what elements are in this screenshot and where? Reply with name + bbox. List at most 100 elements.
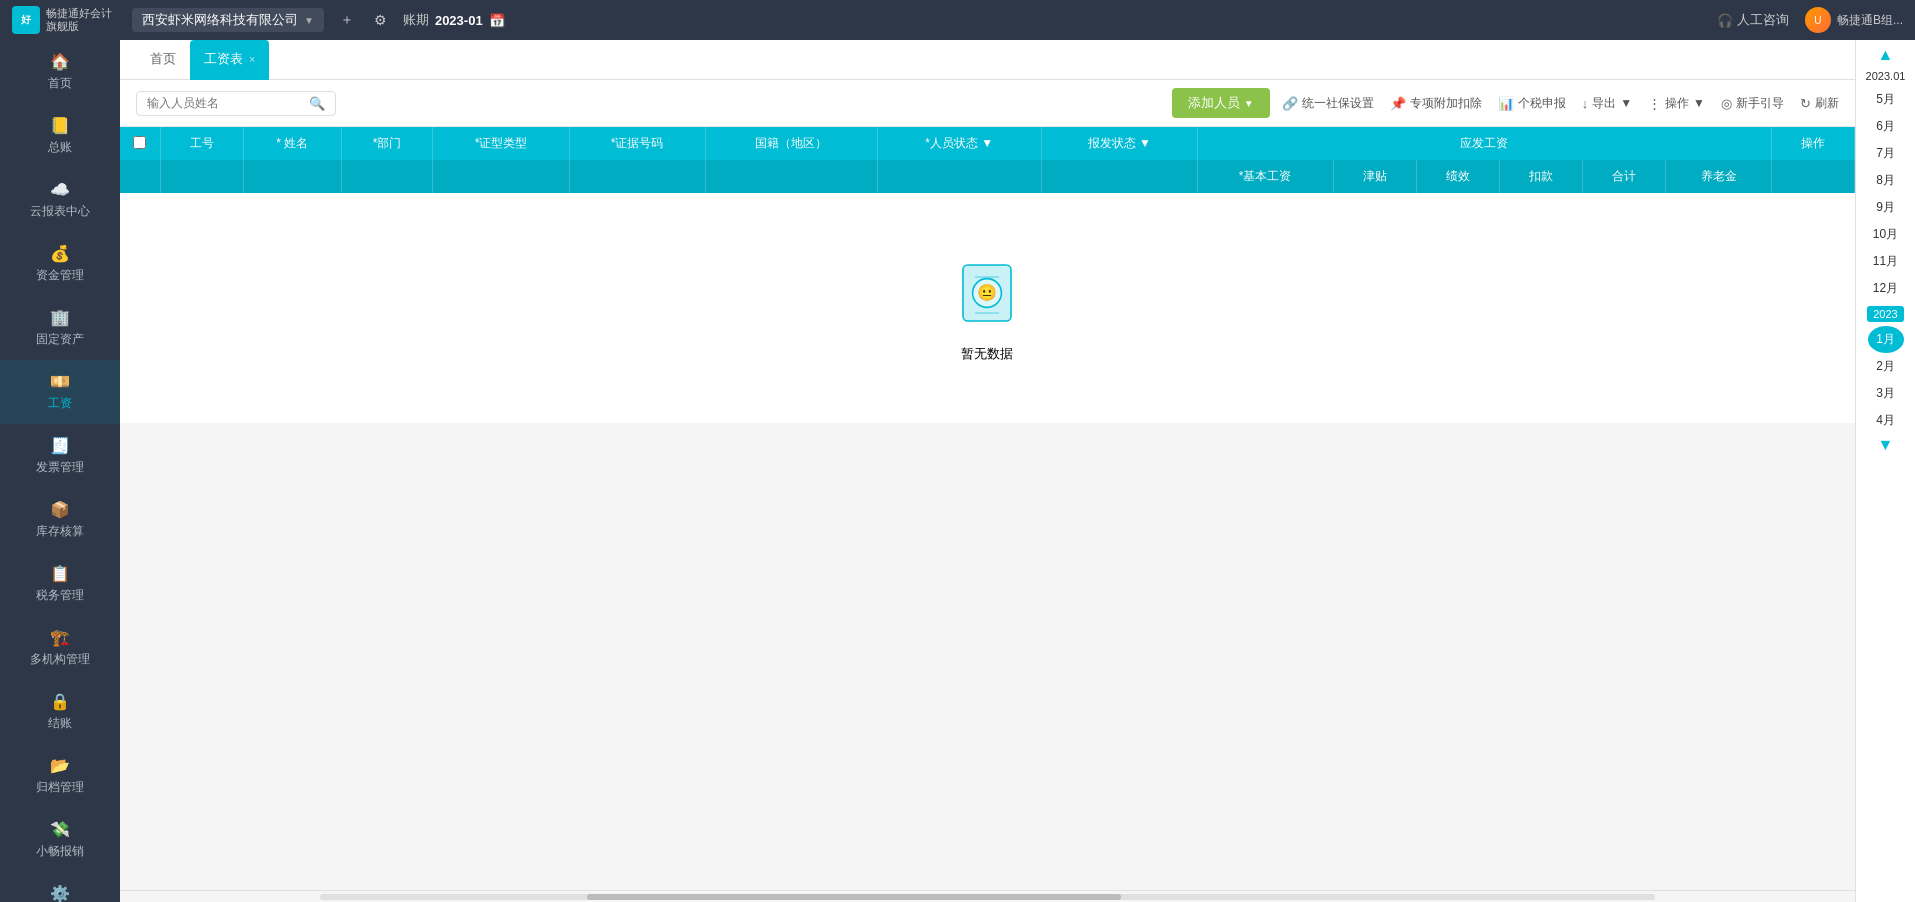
- horizontal-scrollbar[interactable]: [120, 890, 1855, 902]
- company-selector[interactable]: 西安虾米网络科技有限公司 ▼: [132, 8, 324, 32]
- sub-empty-9: [1041, 160, 1197, 193]
- settings-sidebar-icon: ⚙️: [50, 884, 70, 902]
- personal-tax-button[interactable]: 📊 个税申报: [1498, 95, 1566, 112]
- month-6-2022[interactable]: 6月: [1856, 113, 1915, 140]
- add-person-button[interactable]: 添加人员 ▼: [1172, 88, 1270, 118]
- sidebar-item-archive[interactable]: 📂 归档管理: [0, 744, 120, 808]
- month-10-2022[interactable]: 10月: [1856, 221, 1915, 248]
- cloud-icon: ☁️: [50, 180, 70, 199]
- report-filter-icon[interactable]: ▼: [1139, 136, 1151, 150]
- sidebar-item-settings[interactable]: ⚙️ 基础设置: [0, 872, 120, 902]
- empty-state-cell: 😐 暂无数据: [120, 193, 1855, 423]
- sub-col-total: 合计: [1583, 160, 1666, 193]
- sub-empty-1: [120, 160, 160, 193]
- prev-year-arrow[interactable]: ▲: [1876, 44, 1896, 66]
- scroll-thumb[interactable]: [587, 894, 1121, 900]
- month-8-2022[interactable]: 8月: [1856, 167, 1915, 194]
- sidebar-label-tax: 税务管理: [36, 587, 84, 604]
- svg-text:😐: 😐: [977, 283, 997, 302]
- add-icon[interactable]: ＋: [336, 7, 358, 33]
- calendar-icon[interactable]: 📅: [489, 13, 505, 28]
- sidebar-item-inventory[interactable]: 📦 库存核算: [0, 488, 120, 552]
- col-personnel-status[interactable]: *人员状态 ▼: [877, 127, 1041, 160]
- inventory-icon: 📦: [50, 500, 70, 519]
- sidebar-item-multi-org[interactable]: 🏗️ 多机构管理: [0, 616, 120, 680]
- month-1-2023[interactable]: 1月: [1868, 326, 1904, 353]
- sidebar-item-salary[interactable]: 💴 工资: [0, 360, 120, 424]
- sub-empty-2: [160, 160, 243, 193]
- toolbar: 🔍 添加人员 ▼ 🔗 统一社保设置 📌 专项附加扣除 📊 个税申报: [120, 80, 1855, 127]
- month-7-2022[interactable]: 7月: [1856, 140, 1915, 167]
- sidebar-label-home: 首页: [48, 75, 72, 92]
- refresh-button[interactable]: ↻ 刷新: [1800, 95, 1839, 112]
- special-deduction-button[interactable]: 📌 专项附加扣除: [1390, 95, 1482, 112]
- tab-salary[interactable]: 工资表 ×: [190, 40, 269, 80]
- tax-icon: 📋: [50, 564, 70, 583]
- settings-icon[interactable]: ⚙: [370, 8, 391, 32]
- period-label: 账期 2023-01 📅: [403, 11, 505, 29]
- add-arrow-icon: ▼: [1244, 98, 1254, 109]
- sidebar-item-close[interactable]: 🔒 结账: [0, 680, 120, 744]
- sidebar-label-assets: 固定资产: [36, 331, 84, 348]
- table-container: 工号 * 姓名 *部门 *证型类型 *证据号码 国籍（地区） *人员状态 ▼ 报…: [120, 127, 1855, 890]
- toolbar-actions: 🔗 统一社保设置 📌 专项附加扣除 📊 个税申报 ↓ 导出 ▼ ⋮: [1282, 95, 1839, 112]
- sidebar-item-fund[interactable]: 💰 资金管理: [0, 232, 120, 296]
- tab-bar: 首页 工资表 ×: [120, 40, 1855, 80]
- month-3-2023[interactable]: 3月: [1856, 380, 1915, 407]
- operations-icon: ⋮: [1648, 96, 1661, 111]
- month-9-2022[interactable]: 9月: [1856, 194, 1915, 221]
- tab-home-label: 首页: [150, 50, 176, 68]
- company-dropdown-icon: ▼: [304, 15, 314, 26]
- header-actions: ＋ ⚙ 账期 2023-01 📅: [336, 7, 505, 33]
- checkbox-all[interactable]: [120, 127, 160, 160]
- sidebar: 🏠 首页 📒 总账 ☁️ 云报表中心 💰 资金管理 🏢 固定资产 💴 工资 🧾 …: [0, 40, 120, 902]
- month-12-2022[interactable]: 12月: [1856, 275, 1915, 302]
- headset-icon: 🎧: [1717, 13, 1733, 28]
- sidebar-label-ledger: 总账: [48, 139, 72, 156]
- select-all-checkbox[interactable]: [133, 136, 146, 149]
- salary-icon: 💴: [50, 372, 70, 391]
- month-2-2023[interactable]: 2月: [1856, 353, 1915, 380]
- year-2023-label[interactable]: 2023: [1867, 306, 1903, 322]
- sub-empty-4: [341, 160, 433, 193]
- sub-empty-6: [569, 160, 705, 193]
- fund-icon: 💰: [50, 244, 70, 263]
- refresh-icon: ↻: [1800, 96, 1811, 111]
- sidebar-item-fixed-assets[interactable]: 🏢 固定资产: [0, 296, 120, 360]
- search-input[interactable]: [147, 96, 303, 110]
- sidebar-item-invoice[interactable]: 🧾 发票管理: [0, 424, 120, 488]
- app-name: 畅捷通好会计 旗舰版: [46, 7, 112, 33]
- sidebar-item-expense[interactable]: 💸 小畅报销: [0, 808, 120, 872]
- guide-button[interactable]: ◎ 新手引导: [1721, 95, 1784, 112]
- month-11-2022[interactable]: 11月: [1856, 248, 1915, 275]
- col-id-type: *证型类型: [433, 127, 569, 160]
- month-4-2023[interactable]: 4月: [1856, 407, 1915, 434]
- user-info[interactable]: U 畅捷通B组...: [1805, 7, 1903, 33]
- app-logo: 好: [12, 6, 40, 34]
- sub-empty-10: [1771, 160, 1854, 193]
- service-button[interactable]: 🎧 人工咨询: [1717, 11, 1789, 29]
- content-area: 首页 工资表 × 🔍 添加人员 ▼ 🔗 统一社保设置: [120, 40, 1855, 902]
- next-year-arrow[interactable]: ▼: [1876, 434, 1896, 456]
- sidebar-item-ledger[interactable]: 📒 总账: [0, 104, 120, 168]
- sidebar-label-close: 结账: [48, 715, 72, 732]
- sidebar-item-home[interactable]: 🏠 首页: [0, 40, 120, 104]
- personnel-filter-icon[interactable]: ▼: [981, 136, 993, 150]
- scroll-track: [320, 894, 1655, 900]
- month-5-2022[interactable]: 5月: [1856, 86, 1915, 113]
- sidebar-item-tax[interactable]: 📋 税务管理: [0, 552, 120, 616]
- export-button[interactable]: ↓ 导出 ▼: [1582, 95, 1632, 112]
- tab-home[interactable]: 首页: [136, 40, 190, 80]
- col-department: *部门: [341, 127, 433, 160]
- social-security-button[interactable]: 🔗 统一社保设置: [1282, 95, 1374, 112]
- sidebar-item-cloud-report[interactable]: ☁️ 云报表中心: [0, 168, 120, 232]
- table-header-row1: 工号 * 姓名 *部门 *证型类型 *证据号码 国籍（地区） *人员状态 ▼ 报…: [120, 127, 1855, 160]
- tab-close-icon[interactable]: ×: [249, 53, 255, 65]
- operations-button[interactable]: ⋮ 操作 ▼: [1648, 95, 1705, 112]
- search-box[interactable]: 🔍: [136, 91, 336, 116]
- user-avatar: U: [1805, 7, 1831, 33]
- tab-salary-label: 工资表: [204, 50, 243, 68]
- right-panel: ▲ 2023.01 5月 6月 7月 8月 9月 10月 11月 12月 202…: [1855, 40, 1915, 902]
- col-report-status[interactable]: 报发状态 ▼: [1041, 127, 1197, 160]
- sidebar-label-fund: 资金管理: [36, 267, 84, 284]
